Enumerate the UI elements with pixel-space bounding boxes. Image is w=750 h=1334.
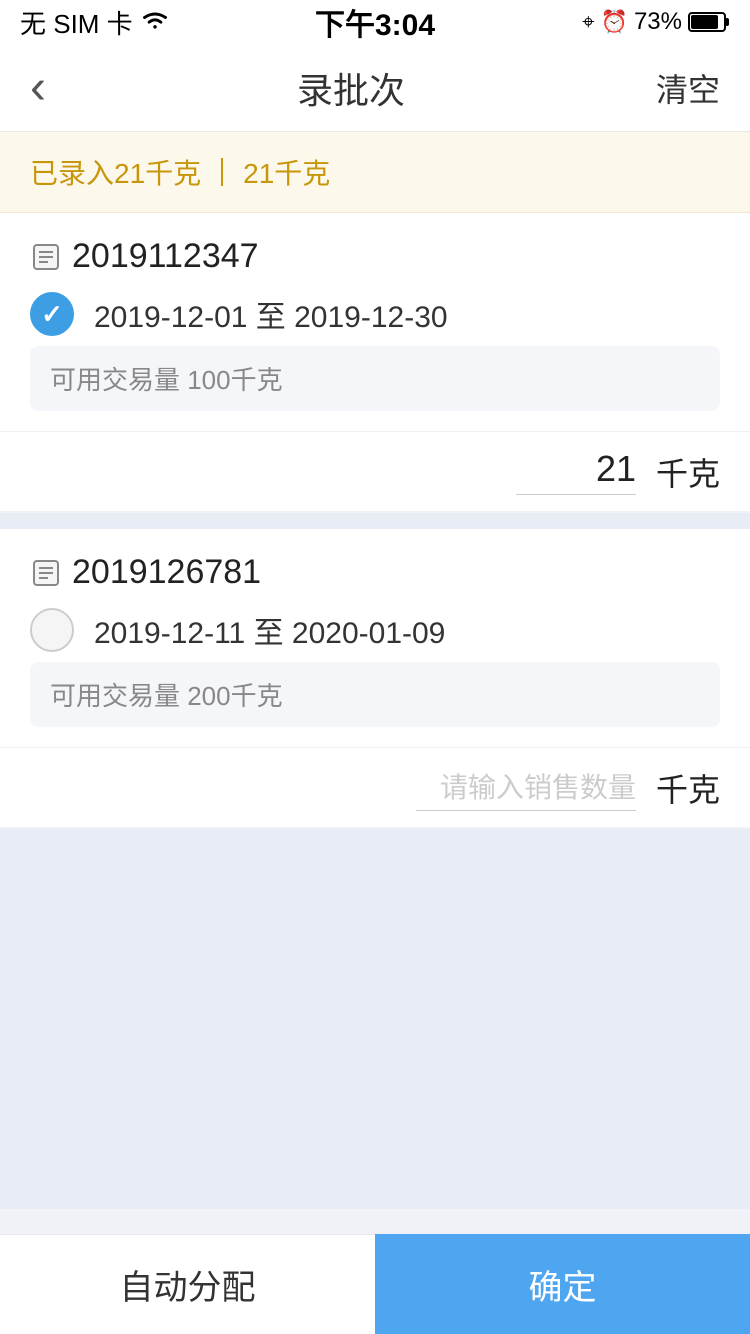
batch-id-1: 2019112347 (72, 237, 259, 276)
qty-input-2[interactable] (416, 764, 636, 806)
info-banner: 已录入21千克 21千克 (0, 132, 750, 213)
recorded-label: 已录入21千克 (30, 152, 201, 192)
clear-button[interactable]: 清空 (656, 65, 720, 111)
wifi-icon (141, 7, 169, 38)
nav-bar: ‹ 录批次 清空 (0, 44, 750, 132)
batch-icon-1 (30, 241, 62, 273)
batch-date-1: 2019-12-01 至 2019-12-30 (94, 292, 448, 336)
batch-header-1: 2019112347 (0, 213, 750, 286)
location-icon: ⌖ (582, 9, 594, 35)
status-bar: 无 SIM 卡 下午3:04 ⌖ ⏰ 73% (0, 0, 750, 44)
page-title: 录批次 (297, 62, 405, 114)
battery-text: 73% (634, 8, 682, 36)
confirm-button[interactable]: 确定 (375, 1234, 750, 1334)
auto-distribute-button[interactable]: 自动分配 (0, 1234, 375, 1334)
qty-underline-1 (516, 448, 636, 495)
status-left: 无 SIM 卡 (20, 4, 169, 41)
recorded-value: 21千克 (243, 152, 330, 192)
back-button[interactable]: ‹ (30, 60, 46, 115)
batch-date-row-1[interactable]: 2019-12-01 至 2019-12-30 (0, 286, 750, 346)
batch-qty-row-1: 千克 (0, 431, 750, 511)
batch-qty-row-2: 千克 (0, 747, 750, 827)
separator-1 (0, 513, 750, 529)
qty-unit-2: 千克 (656, 765, 720, 811)
batch-radio-1[interactable] (30, 292, 74, 336)
batch-card-2: 2019126781 2019-12-11 至 2020-01-09 可用交易量… (0, 529, 750, 827)
empty-area (0, 829, 750, 1209)
status-right: ⌖ ⏰ 73% (582, 8, 730, 36)
batch-avail-2: 可用交易量 200千克 (30, 662, 720, 727)
carrier-text: 无 SIM 卡 (20, 4, 133, 41)
status-time: 下午3:04 (315, 0, 435, 44)
qty-unit-1: 千克 (656, 449, 720, 495)
batch-avail-1: 可用交易量 100千克 (30, 346, 720, 411)
batch-date-row-2[interactable]: 2019-12-11 至 2020-01-09 (0, 602, 750, 662)
batch-radio-2[interactable] (30, 608, 74, 652)
alarm-icon: ⏰ (601, 9, 628, 35)
info-divider (221, 158, 223, 186)
bottom-bar: 自动分配 确定 (0, 1234, 750, 1334)
qty-input-1[interactable] (556, 448, 636, 490)
batch-id-2: 2019126781 (72, 553, 261, 592)
batch-date-2: 2019-12-11 至 2020-01-09 (94, 608, 445, 652)
battery-icon (688, 11, 730, 33)
batch-icon-2 (30, 557, 62, 589)
batch-header-2: 2019126781 (0, 529, 750, 602)
qty-underline-2 (416, 764, 636, 811)
batch-card-1: 2019112347 2019-12-01 至 2019-12-30 可用交易量… (0, 213, 750, 511)
